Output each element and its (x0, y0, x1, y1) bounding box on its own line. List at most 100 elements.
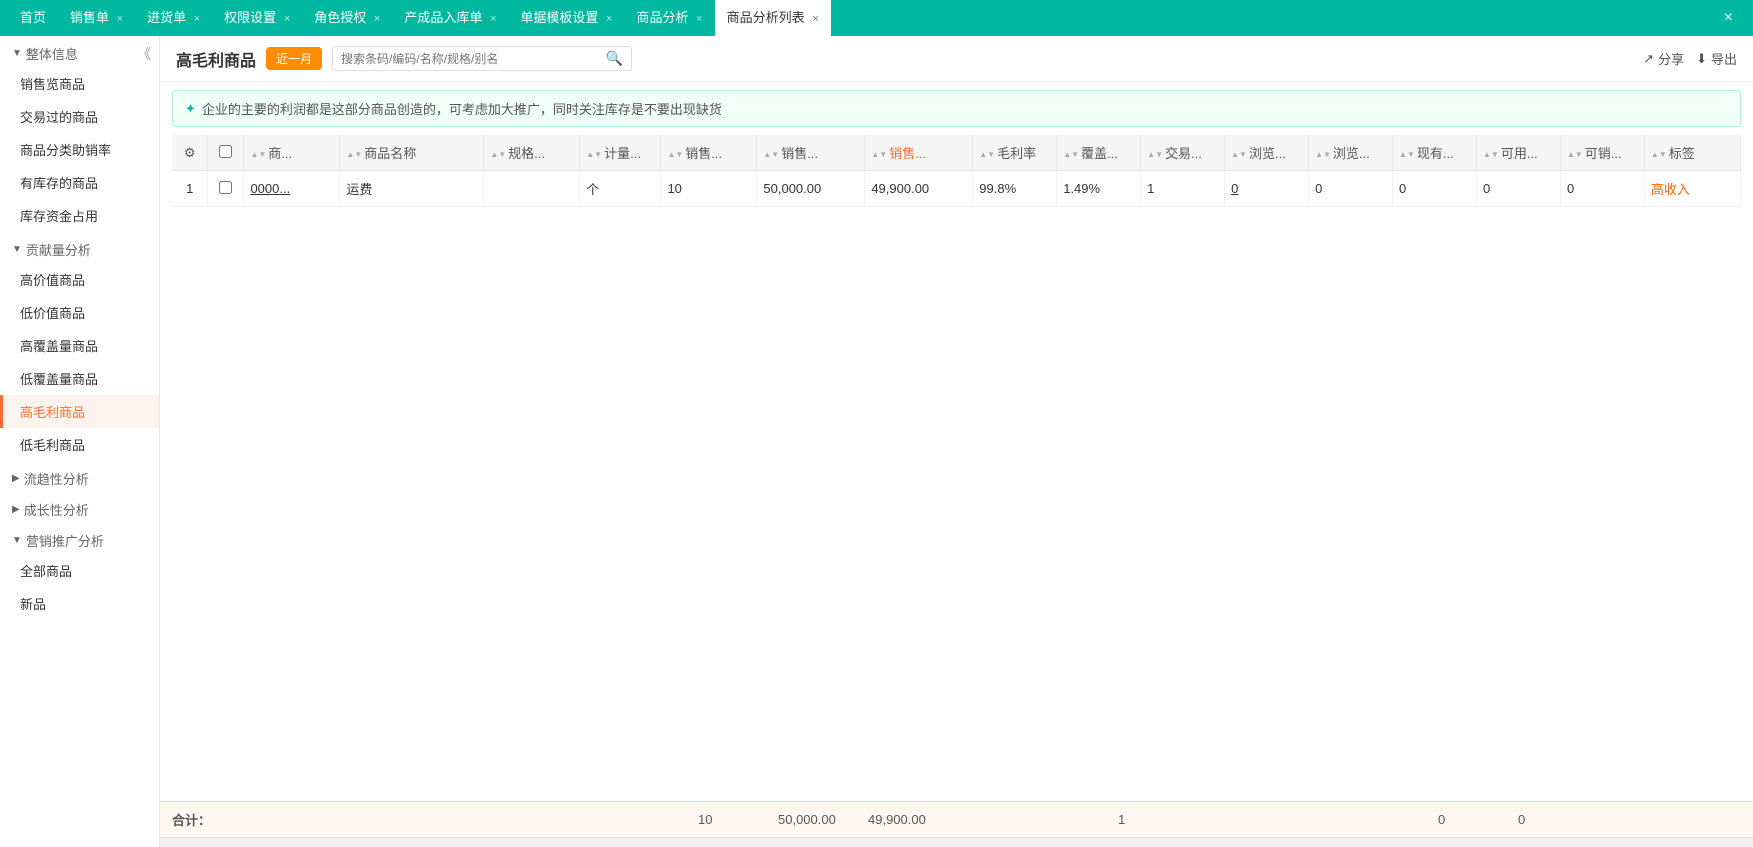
close-analysis-list-tab[interactable]: × (812, 13, 818, 25)
sidebar-item-category-rate[interactable]: 商品分类助销率 (0, 133, 159, 166)
arrow-icon-5: ▼ (12, 535, 22, 546)
sidebar-group-trend[interactable]: ▶ 流趋性分析 (0, 461, 159, 492)
sidebar-item-in-stock[interactable]: 有库存的商品 (0, 166, 159, 199)
search-icon[interactable]: 🔍 (606, 50, 623, 67)
sidebar-item-high-value[interactable]: 高价值商品 (0, 263, 159, 296)
close-role-tab[interactable]: × (374, 13, 380, 25)
col-coverage[interactable]: ▲▼覆盖... (1057, 135, 1141, 171)
sidebar-item-traded[interactable]: 交易过的商品 (0, 100, 159, 133)
search-input[interactable] (341, 52, 602, 66)
col-saleable[interactable]: ▲▼可销... (1560, 135, 1644, 171)
row-code[interactable]: 0000... (244, 171, 340, 207)
close-product-analysis-tab[interactable]: × (696, 13, 702, 25)
nav-sales[interactable]: 销售单 × (58, 0, 135, 36)
row-unit: 个 (580, 171, 661, 207)
sort-icon-4: ▲▼ (586, 151, 602, 159)
export-button[interactable]: ⬇ 导出 (1696, 49, 1737, 68)
sidebar-item-high-margin[interactable]: 高毛利商品 (0, 395, 159, 428)
sidebar-item-low-coverage[interactable]: 低覆盖量商品 (0, 362, 159, 395)
row-coverage: 1.49% (1057, 171, 1141, 207)
close-purchase-tab[interactable]: × (194, 13, 200, 25)
col-name[interactable]: ▲▼商品名称 (340, 135, 484, 171)
col-code[interactable]: ▲▼商... (244, 135, 340, 171)
table-header-row: ⚙ ▲▼商... ▲▼商品名称 ▲▼规格... ▲▼计量... ▲▼销售... … (172, 135, 1741, 171)
sort-icon-10: ▲▼ (1147, 151, 1163, 159)
select-all-checkbox[interactable] (219, 145, 232, 158)
filter-recent-month-button[interactable]: 近一月 (266, 47, 322, 70)
sidebar-collapse-button[interactable]: 《 (137, 44, 151, 64)
sidebar-group-contribution[interactable]: ▼ 贡献量分析 (0, 232, 159, 263)
sort-icon: ▲▼ (250, 151, 266, 159)
row-gross-rate: 99.8% (973, 171, 1057, 207)
col-tag[interactable]: ▲▼标签 (1644, 135, 1740, 171)
sort-icon-11: ▲▼ (1231, 151, 1247, 159)
info-bar: ✦ 企业的主要的利润都是这部分商品创造的，可考虑加大推广，同时关注库存是不要出现… (172, 90, 1741, 127)
close-sales-tab[interactable]: × (117, 13, 123, 25)
close-template-tab[interactable]: × (606, 13, 612, 25)
footer-sales1: 10 (692, 812, 772, 827)
sidebar-group-overview[interactable]: ▼ 整体信息 (0, 36, 159, 67)
nav-product-in[interactable]: 产成品入库单 × (392, 0, 508, 36)
footer-totals-bar: 合计： 10 50,000.00 49,900.00 1 0 0 (160, 801, 1753, 837)
close-permission-tab[interactable]: × (284, 13, 290, 25)
window-close-button[interactable]: × (1712, 9, 1745, 27)
nav-role[interactable]: 角色授权 × (302, 0, 392, 36)
nav-home[interactable]: 首页 (8, 0, 58, 36)
row-index: 1 (172, 171, 208, 207)
sidebar-item-new-products[interactable]: 新品 (0, 587, 159, 620)
nav-template[interactable]: 单据模板设置 × (508, 0, 624, 36)
row-tag: 高收入 (1644, 171, 1740, 207)
horizontal-scrollbar[interactable] (160, 837, 1753, 847)
col-spec[interactable]: ▲▼规格... (484, 135, 580, 171)
col-browse1[interactable]: ▲▼浏览... (1225, 135, 1309, 171)
sort-icon-16: ▲▼ (1651, 151, 1667, 159)
col-current[interactable]: ▲▼现有... (1393, 135, 1477, 171)
col-gross-rate[interactable]: ▲▼毛利率 (973, 135, 1057, 171)
page-title: 高毛利商品 (176, 47, 256, 71)
share-button[interactable]: ↗ 分享 (1643, 49, 1684, 68)
col-transactions[interactable]: ▲▼交易... (1141, 135, 1225, 171)
row-name: 运费 (340, 171, 484, 207)
row-saleable: 0 (1560, 171, 1644, 207)
sort-icon-13: ▲▼ (1399, 151, 1415, 159)
sidebar-group-growth[interactable]: ▶ 成长性分析 (0, 492, 159, 523)
sidebar-item-low-value[interactable]: 低价值商品 (0, 296, 159, 329)
sidebar-group-marketing[interactable]: ▼ 营销推广分析 (0, 523, 159, 554)
col-available[interactable]: ▲▼可用... (1476, 135, 1560, 171)
table-row: 1 0000... 运费 个 10 50,000.00 49,900.00 99… (172, 171, 1741, 207)
col-sales1[interactable]: ▲▼销售... (661, 135, 757, 171)
close-product-in-tab[interactable]: × (490, 13, 496, 25)
row-browse1[interactable]: 0 (1225, 171, 1309, 207)
data-table: ⚙ ▲▼商... ▲▼商品名称 ▲▼规格... ▲▼计量... ▲▼销售... … (172, 135, 1741, 207)
content-header: 高毛利商品 近一月 🔍 ↗ 分享 ⬇ 导出 (160, 36, 1753, 82)
footer-label: 合计： (172, 810, 252, 829)
sort-icon-14: ▲▼ (1483, 151, 1499, 159)
nav-purchase[interactable]: 进货单 × (135, 0, 212, 36)
footer-sales3: 49,900.00 (862, 812, 952, 827)
row-sales3: 49,900.00 (865, 171, 973, 207)
col-settings[interactable]: ⚙ (172, 135, 208, 171)
col-unit[interactable]: ▲▼计量... (580, 135, 661, 171)
row-sales1: 10 (661, 171, 757, 207)
sidebar-item-high-coverage[interactable]: 高覆盖量商品 (0, 329, 159, 362)
arrow-icon-2: ▼ (12, 244, 22, 255)
sort-icon-3: ▲▼ (490, 151, 506, 159)
row-checkbox[interactable] (208, 171, 244, 207)
sidebar-item-all-products[interactable]: 全部商品 (0, 554, 159, 587)
nav-product-analysis[interactable]: 商品分析 × (624, 0, 714, 36)
sidebar-item-sales-overview[interactable]: 销售览商品 (0, 67, 159, 100)
sidebar-item-low-margin[interactable]: 低毛利商品 (0, 428, 159, 461)
row-spec (484, 171, 580, 207)
sort-icon-6: ▲▼ (763, 151, 779, 159)
nav-permission[interactable]: 权限设置 × (212, 0, 302, 36)
footer-transactions: 1 (1112, 812, 1192, 827)
col-sales2[interactable]: ▲▼销售... (757, 135, 865, 171)
col-checkbox[interactable] (208, 135, 244, 171)
col-sales3[interactable]: ▲▼销售... (865, 135, 973, 171)
sidebar-item-stock-fund[interactable]: 库存资金占用 (0, 199, 159, 232)
nav-analysis-list[interactable]: 商品分析列表 × (715, 0, 831, 36)
info-icon: ✦ (185, 101, 196, 117)
arrow-icon-3: ▶ (12, 473, 20, 484)
col-browse2[interactable]: ▲▼浏览... (1309, 135, 1393, 171)
main-layout: 《 ▼ 整体信息 销售览商品 交易过的商品 商品分类助销率 有库存的商品 库存资… (0, 36, 1753, 847)
